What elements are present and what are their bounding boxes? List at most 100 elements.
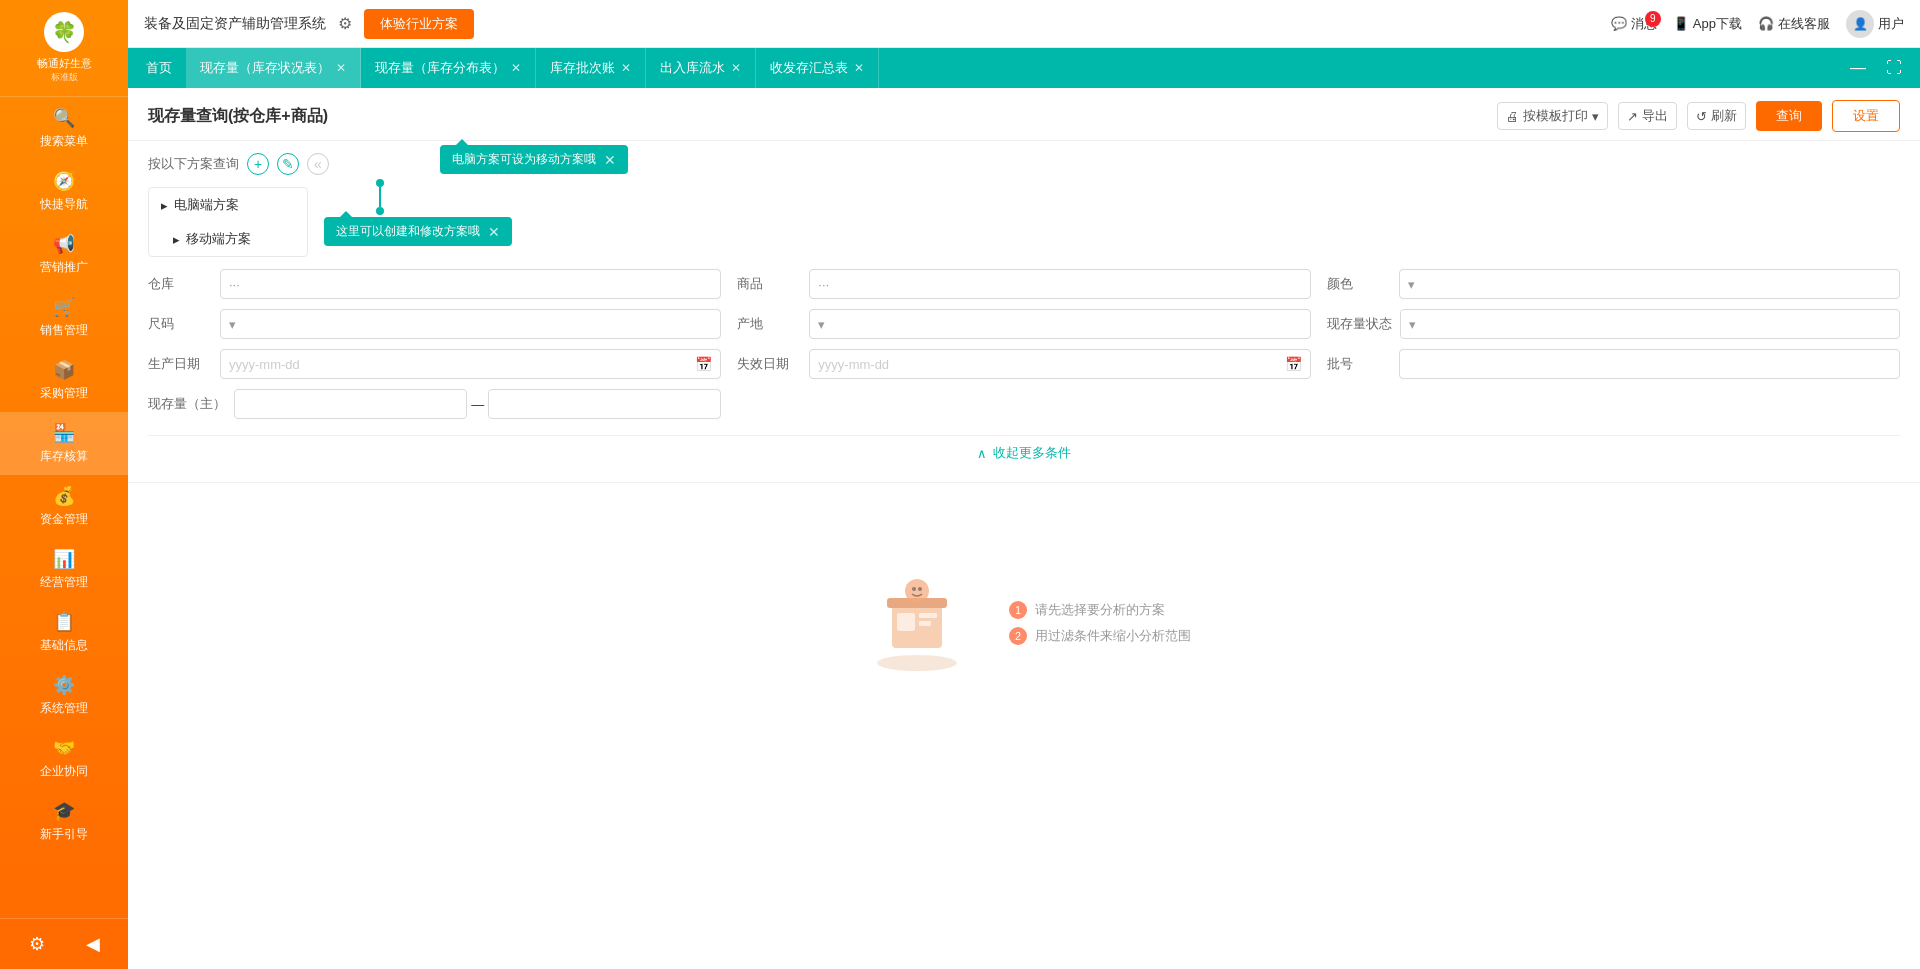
logo-text: 畅通好生意 标准版 (37, 56, 92, 84)
tab-minimize-icon[interactable]: — (1844, 57, 1872, 79)
sales-icon: 🛒 (53, 296, 75, 318)
connector-dot-bottom (376, 207, 384, 215)
color-input[interactable]: ▾ (1399, 269, 1900, 299)
tab-maximize-icon[interactable]: ⛶ (1880, 57, 1908, 79)
sidebar-item-sales[interactable]: 🛒 销售管理 (0, 286, 128, 349)
sidebar-item-inventory[interactable]: 🏪 库存核算 (0, 412, 128, 475)
tab-close-recv-send[interactable]: ✕ (854, 61, 864, 75)
sidebar-item-basic[interactable]: 📋 基础信息 (0, 601, 128, 664)
sidebar-item-system[interactable]: ⚙️ 系统管理 (0, 664, 128, 727)
sidebar-item-nav[interactable]: 🧭 快捷导航 (0, 160, 128, 223)
template-print-btn[interactable]: 🖨 按模板打印 ▾ (1497, 102, 1608, 130)
topbar-settings-icon[interactable]: ⚙ (338, 14, 352, 33)
size-label: 尺码 (148, 315, 212, 333)
experience-btn[interactable]: 体验行业方案 (364, 9, 474, 39)
reset-btn[interactable]: 设置 (1832, 100, 1900, 132)
operations-icon: 📊 (53, 548, 75, 570)
sidebar-item-purchase[interactable]: 📦 采购管理 (0, 349, 128, 412)
refresh-btn[interactable]: ↺ 刷新 (1687, 102, 1746, 130)
inventory-icon: 🏪 (53, 422, 75, 444)
online-support-btn[interactable]: 🎧 在线客服 (1758, 15, 1830, 33)
user-btn[interactable]: 👤 用户 (1846, 10, 1904, 38)
page-title: 现存量查询(按仓库+商品) (148, 106, 328, 127)
tab-inventory-dist[interactable]: 现存量（库存分布表） ✕ (361, 48, 536, 88)
step1-num: 1 (1009, 601, 1027, 619)
tab-close-inventory-status[interactable]: ✕ (336, 61, 346, 75)
product-row: 商品 ··· (737, 269, 1310, 299)
calendar-icon-exp[interactable]: 📅 (1285, 356, 1302, 372)
prev-scheme-btn[interactable]: « (307, 153, 329, 175)
expiry-date-input[interactable]: yyyy-mm-dd 📅 (809, 349, 1310, 379)
export-btn[interactable]: ↗ 导出 (1618, 102, 1677, 130)
svg-point-8 (918, 587, 922, 591)
scheme-item-mobile[interactable]: ▸ 移动端方案 (149, 222, 307, 256)
product-input[interactable]: ··· (809, 269, 1310, 299)
marketing-icon: 📢 (53, 233, 75, 255)
message-btn[interactable]: 💬 消息 9 (1611, 15, 1657, 33)
sidebar-item-marketing[interactable]: 📢 营销推广 (0, 223, 128, 286)
calendar-icon-prod[interactable]: 📅 (695, 356, 712, 372)
svg-rect-4 (919, 613, 937, 618)
tab-recv-send[interactable]: 收发存汇总表 ✕ (756, 48, 879, 88)
origin-input[interactable]: ▾ (809, 309, 1310, 339)
tab-inout-flow[interactable]: 出入库流水 ✕ (646, 48, 756, 88)
stock-main-row: 现存量（主） — (148, 389, 721, 419)
tab-close-batch-account[interactable]: ✕ (621, 61, 631, 75)
sidebar-item-guide[interactable]: 🎓 新手引导 (0, 790, 128, 853)
svg-point-7 (912, 587, 916, 591)
page-actions: 🖨 按模板打印 ▾ ↗ 导出 ↺ 刷新 查询 设置 (1497, 100, 1900, 132)
mobile-icon: 📱 (1673, 16, 1689, 31)
tab-close-inout-flow[interactable]: ✕ (731, 61, 741, 75)
system-icon: ⚙️ (53, 674, 75, 696)
refresh-icon: ↺ (1696, 109, 1707, 124)
dropdown-arrow-size: ▾ (229, 317, 236, 332)
add-scheme-btn[interactable]: + (247, 153, 269, 175)
query-btn[interactable]: 查询 (1756, 101, 1822, 131)
empty-step-2: 2 用过滤条件来缩小分析范围 (1009, 627, 1191, 645)
stock-main-max[interactable] (488, 389, 721, 419)
size-input[interactable]: ▾ (220, 309, 721, 339)
sidebar-item-enterprise[interactable]: 🤝 企业协同 (0, 727, 128, 790)
sidebar-item-finance[interactable]: 💰 资金管理 (0, 475, 128, 538)
filter-section: 按以下方案查询 + ✎ « 电脑方案可设为移动方案哦 ✕ ▸ 电 (128, 141, 1920, 483)
ellipsis-icon: ··· (229, 277, 240, 292)
tab-close-inventory-dist[interactable]: ✕ (511, 61, 521, 75)
sidebar-logo: 🍀 畅通好生意 标准版 (0, 0, 128, 97)
connector-dot-top (376, 179, 384, 187)
warehouse-input[interactable]: ··· (220, 269, 721, 299)
production-date-input[interactable]: yyyy-mm-dd 📅 (220, 349, 721, 379)
stock-status-input[interactable]: ▾ (1400, 309, 1900, 339)
scheme-item-pc[interactable]: ▸ 电脑端方案 (149, 188, 307, 222)
topbar: 装备及固定资产辅助管理系统 ⚙ 体验行业方案 💬 消息 9 📱 App下载 🎧 … (128, 0, 1920, 48)
print-dropdown-icon: ▾ (1592, 109, 1599, 124)
edit-scheme-btn[interactable]: ✎ (277, 153, 299, 175)
message-icon: 💬 (1611, 16, 1627, 31)
collapse-sidebar-icon[interactable]: ◀ (82, 929, 104, 959)
scheme-list-area: ▸ 电脑端方案 ▸ 移动端方案 这里可以创建和修改方案哦 ✕ (148, 187, 1900, 257)
guide-icon: 🎓 (53, 800, 75, 822)
tab-inventory-status[interactable]: 现存量（库存状况表） ✕ (186, 48, 361, 88)
ellipsis-icon2: ··· (818, 277, 829, 292)
tab-home[interactable]: 首页 (132, 48, 186, 88)
page-inner: 现存量查询(按仓库+商品) 🖨 按模板打印 ▾ ↗ 导出 ↺ 刷新 (128, 88, 1920, 969)
form-grid: 仓库 ··· 商品 ··· 颜色 ▾ (148, 269, 1900, 427)
tab-batch-account[interactable]: 库存批次账 ✕ (536, 48, 646, 88)
step2-num: 2 (1009, 627, 1027, 645)
sidebar-item-operations[interactable]: 📊 经营管理 (0, 538, 128, 601)
message-badge: 9 (1645, 11, 1661, 27)
collapse-more-btn[interactable]: ∧ 收起更多条件 (148, 435, 1900, 470)
scheme-tooltip-close[interactable]: ✕ (604, 152, 616, 168)
scheme-tooltip: 电脑方案可设为移动方案哦 ✕ (440, 145, 628, 174)
app-download-btn[interactable]: 📱 App下载 (1673, 15, 1742, 33)
batch-input[interactable] (1399, 349, 1900, 379)
settings-bottom-icon[interactable]: ⚙ (25, 929, 49, 959)
finance-icon: 💰 (53, 485, 75, 507)
expand-icon: ▸ (161, 198, 168, 213)
edit-tooltip-close[interactable]: ✕ (488, 224, 500, 240)
origin-row: 产地 ▾ (737, 309, 1310, 339)
stock-main-min[interactable] (234, 389, 467, 419)
edit-scheme-tooltip: 这里可以创建和修改方案哦 ✕ (324, 217, 512, 246)
sidebar-item-search[interactable]: 🔍 搜索菜单 (0, 97, 128, 160)
nav-icon: 🧭 (53, 170, 75, 192)
search-icon: 🔍 (53, 107, 75, 129)
